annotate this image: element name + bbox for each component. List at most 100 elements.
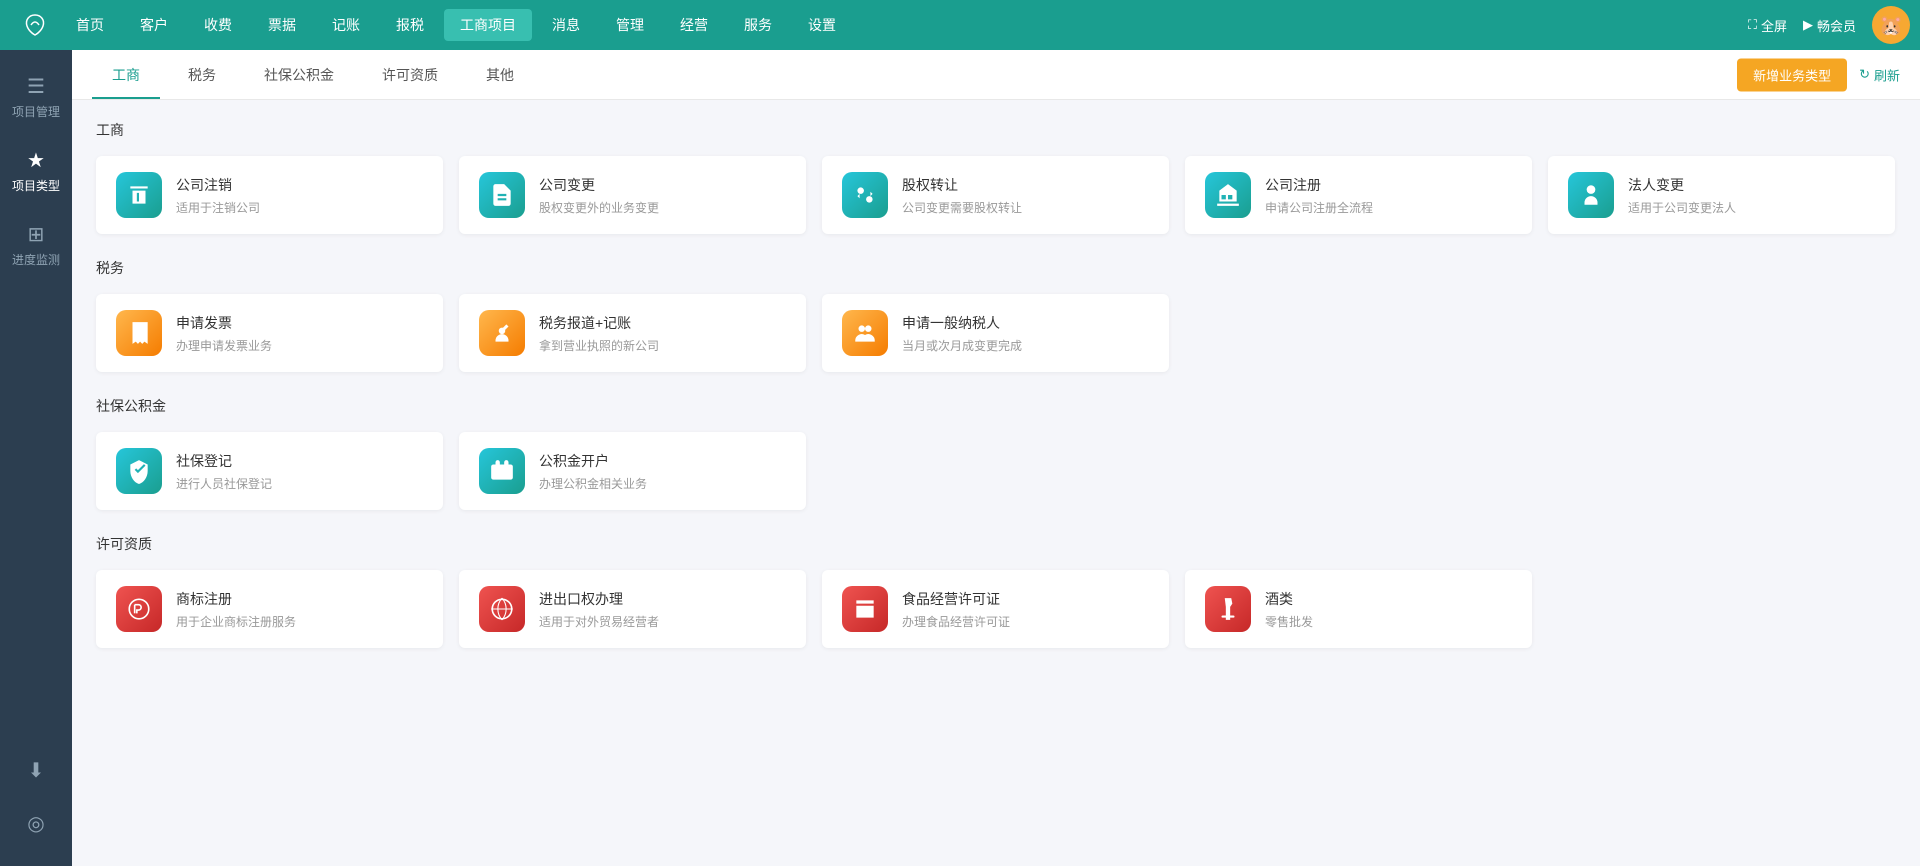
shuiwu-cards-grid: 申请发票 办理申请发票业务 税务报道+记账 拿到营业执照的新公司 (96, 294, 1896, 372)
card-title-tax-accounting: 税务报道+记账 (539, 313, 786, 333)
main-layout: ☰ 项目管理 ★ 项目类型 ⊞ 进度监测 ⬇ ◎ 工商 税务 社保公积金 许可资… (0, 50, 1920, 866)
card-info-food-license: 食品经营许可证 办理食品经营许可证 (902, 589, 1149, 630)
top-nav-right: ⛶ 全屏 ▶ 畅会员 🐹 (1748, 6, 1910, 44)
vip-icon: ▶ (1803, 17, 1813, 33)
tab-shuiwu[interactable]: 税务 (168, 53, 236, 99)
card-icon-equity-transfer (842, 172, 888, 218)
card-title-company-register: 公司注册 (1265, 175, 1512, 195)
section-gongshang: 工商 公司注销 适用于注销公司 (96, 120, 1896, 234)
card-icon-import-export (479, 586, 525, 632)
card-icon-legal-change (1568, 172, 1614, 218)
card-alcohol[interactable]: 酒类 零售批发 (1185, 570, 1532, 648)
refresh-button[interactable]: ↻ 刷新 (1859, 65, 1900, 84)
card-social-insurance[interactable]: 社保登记 进行人员社保登记 (96, 432, 443, 510)
vip-label: 畅会员 (1817, 16, 1856, 35)
sidebar-item-progress[interactable]: ⊞ 进度监测 (0, 208, 72, 282)
xuke-cards-grid: 商标注册 用于企业商标注册服务 进出口权办理 适用于对外贸易经营者 (96, 570, 1896, 648)
nav-accounting[interactable]: 记账 (316, 9, 376, 41)
card-import-export[interactable]: 进出口权办理 适用于对外贸易经营者 (459, 570, 806, 648)
card-icon-company-register (1205, 172, 1251, 218)
card-info-tax-accounting: 税务报道+记账 拿到营业执照的新公司 (539, 313, 786, 354)
card-general-taxpayer[interactable]: 申请一般纳税人 当月或次月成变更完成 (822, 294, 1169, 372)
card-info-trademark: 商标注册 用于企业商标注册服务 (176, 589, 423, 630)
card-housing-fund[interactable]: 公积金开户 办理公积金相关业务 (459, 432, 806, 510)
card-info-import-export: 进出口权办理 适用于对外贸易经营者 (539, 589, 786, 630)
card-desc-social-insurance: 进行人员社保登记 (176, 475, 423, 492)
sidebar-download-btn[interactable]: ⬇ (0, 744, 72, 797)
card-title-food-license: 食品经营许可证 (902, 589, 1149, 609)
card-icon-social-insurance (116, 448, 162, 494)
nav-fees[interactable]: 收费 (188, 9, 248, 41)
section-title-gongshang: 工商 (96, 120, 1896, 140)
card-icon-tax-accounting (479, 310, 525, 356)
sidebar-location-btn[interactable]: ◎ (0, 797, 72, 850)
card-icon-company-cancellation (116, 172, 162, 218)
card-info-legal-change: 法人变更 适用于公司变更法人 (1628, 175, 1875, 216)
section-title-xuke: 许可资质 (96, 534, 1896, 554)
left-sidebar: ☰ 项目管理 ★ 项目类型 ⊞ 进度监测 ⬇ ◎ (0, 50, 72, 866)
nav-business[interactable]: 工商项目 (444, 9, 532, 41)
card-info-company-register: 公司注册 申请公司注册全流程 (1265, 175, 1512, 216)
card-food-license[interactable]: 食品经营许可证 办理食品经营许可证 (822, 570, 1169, 648)
card-apply-invoice[interactable]: 申请发票 办理申请发票业务 (96, 294, 443, 372)
card-company-change[interactable]: 公司变更 股权变更外的业务变更 (459, 156, 806, 234)
card-info-company-change: 公司变更 股权变更外的业务变更 (539, 175, 786, 216)
card-trademark[interactable]: 商标注册 用于企业商标注册服务 (96, 570, 443, 648)
card-title-trademark: 商标注册 (176, 589, 423, 609)
card-desc-alcohol: 零售批发 (1265, 613, 1512, 630)
nav-bills[interactable]: 票据 (252, 9, 312, 41)
fullscreen-label: 全屏 (1761, 16, 1787, 35)
card-legal-change[interactable]: 法人变更 适用于公司变更法人 (1548, 156, 1895, 234)
top-navigation: 首页 客户 收费 票据 记账 报税 工商项目 消息 管理 经营 服务 设置 ⛶ … (0, 0, 1920, 50)
nav-tax[interactable]: 报税 (380, 9, 440, 41)
section-shuiwu: 税务 申请发票 办理申请发票业务 (96, 258, 1896, 372)
tab-other[interactable]: 其他 (466, 53, 534, 99)
nav-client[interactable]: 客户 (124, 9, 184, 41)
card-title-company-change: 公司变更 (539, 175, 786, 195)
section-xuke: 许可资质 商标注册 用于企业商标注册服务 (96, 534, 1896, 648)
card-desc-import-export: 适用于对外贸易经营者 (539, 613, 786, 630)
sidebar-item-project-type[interactable]: ★ 项目类型 (0, 134, 72, 208)
card-equity-transfer[interactable]: 股权转让 公司变更需要股权转让 (822, 156, 1169, 234)
scroll-content[interactable]: 工商 公司注销 适用于注销公司 (72, 100, 1920, 866)
card-title-general-taxpayer: 申请一般纳税人 (902, 313, 1149, 333)
nav-settings[interactable]: 设置 (792, 9, 852, 41)
card-title-apply-invoice: 申请发票 (176, 313, 423, 333)
card-title-equity-transfer: 股权转让 (902, 175, 1149, 195)
card-title-company-cancellation: 公司注销 (176, 175, 423, 195)
nav-message[interactable]: 消息 (536, 9, 596, 41)
card-desc-equity-transfer: 公司变更需要股权转让 (902, 199, 1149, 216)
mascot-avatar[interactable]: 🐹 (1872, 6, 1910, 44)
nav-service[interactable]: 服务 (728, 9, 788, 41)
sidebar-item-project-management[interactable]: ☰ 项目管理 (0, 60, 72, 134)
section-shebao: 社保公积金 社保登记 进行人员社保登记 (96, 396, 1896, 510)
tab-gongshang[interactable]: 工商 (92, 53, 160, 99)
card-desc-company-register: 申请公司注册全流程 (1265, 199, 1512, 216)
star-icon: ★ (27, 148, 45, 173)
card-info-general-taxpayer: 申请一般纳税人 当月或次月成变更完成 (902, 313, 1149, 354)
card-company-cancellation[interactable]: 公司注销 适用于注销公司 (96, 156, 443, 234)
fullscreen-icon: ⛶ (1748, 17, 1757, 33)
card-icon-food-license (842, 586, 888, 632)
tab-shebao[interactable]: 社保公积金 (244, 53, 354, 99)
vip-btn[interactable]: ▶ 畅会员 (1803, 16, 1856, 35)
card-desc-housing-fund: 办理公积金相关业务 (539, 475, 786, 492)
shebao-cards-grid: 社保登记 进行人员社保登记 公积金开户 办理公积金相关业务 (96, 432, 1896, 510)
sidebar-bottom: ⬇ ◎ (0, 744, 72, 866)
card-title-alcohol: 酒类 (1265, 589, 1512, 609)
fullscreen-btn[interactable]: ⛶ 全屏 (1748, 16, 1787, 35)
card-icon-housing-fund (479, 448, 525, 494)
card-company-register[interactable]: 公司注册 申请公司注册全流程 (1185, 156, 1532, 234)
card-tax-accounting[interactable]: 税务报道+记账 拿到营业执照的新公司 (459, 294, 806, 372)
card-desc-trademark: 用于企业商标注册服务 (176, 613, 423, 630)
sidebar-label-progress: 进度监测 (12, 251, 60, 268)
refresh-label: 刷新 (1874, 65, 1900, 84)
card-icon-apply-invoice (116, 310, 162, 356)
card-info-housing-fund: 公积金开户 办理公积金相关业务 (539, 451, 786, 492)
nav-home[interactable]: 首页 (60, 9, 120, 41)
nav-operation[interactable]: 经营 (664, 9, 724, 41)
new-type-button[interactable]: 新增业务类型 (1737, 58, 1847, 91)
nav-management[interactable]: 管理 (600, 9, 660, 41)
grid-icon: ⊞ (28, 222, 45, 247)
tab-xuke[interactable]: 许可资质 (362, 53, 458, 99)
